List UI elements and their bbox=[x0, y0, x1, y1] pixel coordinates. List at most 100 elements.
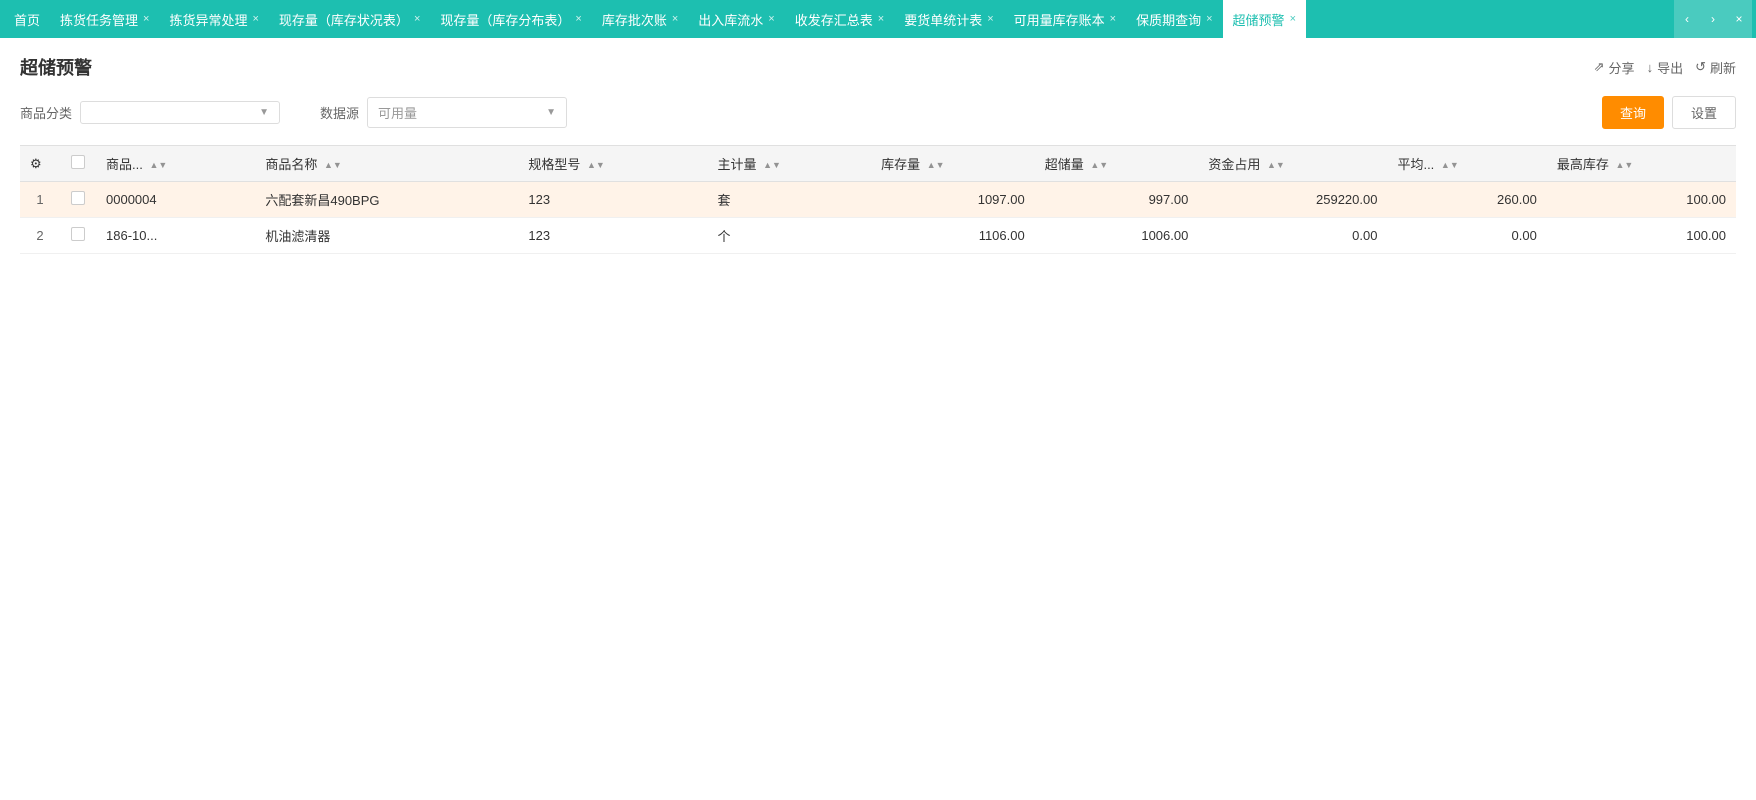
th-product-name[interactable]: 商品名称 ▲▼ bbox=[255, 146, 518, 182]
th-stock[interactable]: 库存量 ▲▼ bbox=[871, 146, 1035, 182]
data-table: ⚙ 商品... ▲▼ 商品名称 ▲▼ 规格型号 ▲▼ 主计 bbox=[20, 145, 1736, 254]
row-index: 2 bbox=[20, 218, 60, 254]
select-all-checkbox[interactable] bbox=[71, 155, 85, 169]
nav-task-management[interactable]: 拣货任务管理 × bbox=[50, 0, 159, 38]
nav-exception-processing[interactable]: 拣货异常处理 × bbox=[159, 0, 268, 38]
cell-product-name: 机油滤清器 bbox=[255, 218, 518, 254]
export-icon: ↓ bbox=[1647, 60, 1654, 75]
cell-product-code: 0000004 bbox=[96, 182, 255, 218]
close-icon[interactable]: × bbox=[672, 13, 678, 25]
cell-overstock: 997.00 bbox=[1035, 182, 1199, 218]
page-content: 超储预警 ⇗ 分享 ↓ 导出 ↺ 刷新 商品分类 ▼ 数据源 bbox=[0, 38, 1756, 270]
category-filter: 商品分类 ▼ bbox=[20, 101, 280, 124]
sort-icon: ▲▼ bbox=[587, 161, 605, 170]
table-row: 1 0000004 六配套新昌490BPG 123 套 1097.00 997.… bbox=[20, 182, 1736, 218]
export-button[interactable]: ↓ 导出 bbox=[1647, 58, 1684, 77]
settings-button[interactable]: 设置 bbox=[1672, 96, 1736, 129]
nav-order-stats[interactable]: 要货单统计表 × bbox=[894, 0, 1003, 38]
refresh-icon: ↺ bbox=[1695, 59, 1706, 75]
right-actions: 查询 设置 bbox=[1602, 96, 1736, 129]
cell-overstock: 1006.00 bbox=[1035, 218, 1199, 254]
close-icon[interactable]: × bbox=[987, 13, 993, 25]
cell-avg: 260.00 bbox=[1387, 182, 1546, 218]
cell-capital: 0.00 bbox=[1198, 218, 1387, 254]
cell-unit: 套 bbox=[707, 182, 871, 218]
close-icon[interactable]: × bbox=[143, 13, 149, 25]
nav-overstock-warning[interactable]: 超储预警 × bbox=[1223, 0, 1306, 38]
cell-product-name: 六配套新昌490BPG bbox=[255, 182, 518, 218]
category-select[interactable]: ▼ bbox=[80, 101, 280, 124]
cell-spec: 123 bbox=[518, 218, 707, 254]
nav-available-account[interactable]: 可用量库存账本 × bbox=[1004, 0, 1126, 38]
sort-icon: ▲▼ bbox=[324, 161, 342, 170]
close-icon[interactable]: × bbox=[414, 13, 420, 25]
refresh-button[interactable]: ↺ 刷新 bbox=[1695, 58, 1736, 77]
category-label: 商品分类 bbox=[20, 103, 72, 122]
th-overstock[interactable]: 超储量 ▲▼ bbox=[1035, 146, 1199, 182]
nav-home[interactable]: 首页 bbox=[4, 0, 50, 38]
th-max-stock[interactable]: 最高库存 ▲▼ bbox=[1547, 146, 1736, 182]
row-checkbox[interactable] bbox=[71, 227, 85, 241]
sort-icon: ▲▼ bbox=[149, 161, 167, 170]
row-index: 1 bbox=[20, 182, 60, 218]
query-button[interactable]: 查询 bbox=[1602, 96, 1664, 129]
sort-icon: ▲▼ bbox=[1090, 161, 1108, 170]
close-icon[interactable]: × bbox=[878, 13, 884, 25]
close-icon[interactable]: × bbox=[252, 13, 258, 25]
nav-arrow-group: ‹ › × bbox=[1674, 0, 1752, 38]
page-title: 超储预警 bbox=[20, 54, 92, 80]
cell-unit: 个 bbox=[707, 218, 871, 254]
sort-icon: ▲▼ bbox=[927, 161, 945, 170]
sort-icon: ▲▼ bbox=[763, 161, 781, 170]
share-button[interactable]: ⇗ 分享 bbox=[1594, 58, 1635, 77]
nav-inout-flow[interactable]: 出入库流水 × bbox=[688, 0, 784, 38]
th-capital[interactable]: 资金占用 ▲▼ bbox=[1198, 146, 1387, 182]
datasource-filter: 数据源 可用量 ▼ bbox=[320, 97, 567, 128]
nav-inventory-distribution[interactable]: 现存量（库存分布表） × bbox=[430, 0, 591, 38]
datasource-select[interactable]: 可用量 ▼ bbox=[367, 97, 567, 128]
datasource-label: 数据源 bbox=[320, 103, 359, 122]
close-icon[interactable]: × bbox=[575, 13, 581, 25]
row-checkbox-cell bbox=[60, 182, 96, 218]
cell-stock: 1106.00 bbox=[871, 218, 1035, 254]
cell-avg: 0.00 bbox=[1387, 218, 1546, 254]
row-checkbox[interactable] bbox=[71, 191, 85, 205]
filter-row: 商品分类 ▼ 数据源 可用量 ▼ 查询 设置 bbox=[20, 96, 1736, 129]
nav-batch-account[interactable]: 库存批次账 × bbox=[592, 0, 688, 38]
th-product-code[interactable]: 商品... ▲▼ bbox=[96, 146, 255, 182]
close-icon[interactable]: × bbox=[1110, 13, 1116, 25]
close-icon[interactable]: × bbox=[768, 13, 774, 25]
chevron-down-icon: ▼ bbox=[546, 107, 556, 118]
nav-summary-table[interactable]: 收发存汇总表 × bbox=[785, 0, 894, 38]
table-header-row: ⚙ 商品... ▲▼ 商品名称 ▲▼ 规格型号 ▲▼ 主计 bbox=[20, 146, 1736, 182]
share-icon: ⇗ bbox=[1594, 59, 1605, 75]
nav-next-button[interactable]: › bbox=[1700, 0, 1726, 38]
cell-product-code: 186-10... bbox=[96, 218, 255, 254]
cell-stock: 1097.00 bbox=[871, 182, 1035, 218]
row-checkbox-cell bbox=[60, 218, 96, 254]
th-spec[interactable]: 规格型号 ▲▼ bbox=[518, 146, 707, 182]
sort-icon: ▲▼ bbox=[1615, 161, 1633, 170]
top-navigation: 首页 拣货任务管理 × 拣货异常处理 × 现存量（库存状况表） × 现存量（库存… bbox=[0, 0, 1756, 38]
th-avg[interactable]: 平均... ▲▼ bbox=[1387, 146, 1546, 182]
cell-capital: 259220.00 bbox=[1198, 182, 1387, 218]
cell-spec: 123 bbox=[518, 182, 707, 218]
gear-icon[interactable]: ⚙ bbox=[30, 156, 42, 171]
close-icon[interactable]: × bbox=[1290, 13, 1296, 25]
th-settings[interactable]: ⚙ bbox=[20, 146, 60, 182]
nav-quality-query[interactable]: 保质期查询 × bbox=[1126, 0, 1222, 38]
datasource-select-value: 可用量 bbox=[378, 103, 417, 122]
cell-max-stock: 100.00 bbox=[1547, 218, 1736, 254]
nav-close-all-button[interactable]: × bbox=[1726, 0, 1752, 38]
page-header: 超储预警 ⇗ 分享 ↓ 导出 ↺ 刷新 bbox=[20, 54, 1736, 80]
cell-max-stock: 100.00 bbox=[1547, 182, 1736, 218]
nav-prev-button[interactable]: ‹ bbox=[1674, 0, 1700, 38]
chevron-down-icon: ▼ bbox=[259, 107, 269, 118]
nav-inventory-status[interactable]: 现存量（库存状况表） × bbox=[269, 0, 430, 38]
sort-icon: ▲▼ bbox=[1267, 161, 1285, 170]
th-checkbox[interactable] bbox=[60, 146, 96, 182]
close-icon[interactable]: × bbox=[1206, 13, 1212, 25]
th-unit[interactable]: 主计量 ▲▼ bbox=[707, 146, 871, 182]
table-row: 2 186-10... 机油滤清器 123 个 1106.00 1006.00 … bbox=[20, 218, 1736, 254]
header-actions: ⇗ 分享 ↓ 导出 ↺ 刷新 bbox=[1594, 58, 1736, 77]
